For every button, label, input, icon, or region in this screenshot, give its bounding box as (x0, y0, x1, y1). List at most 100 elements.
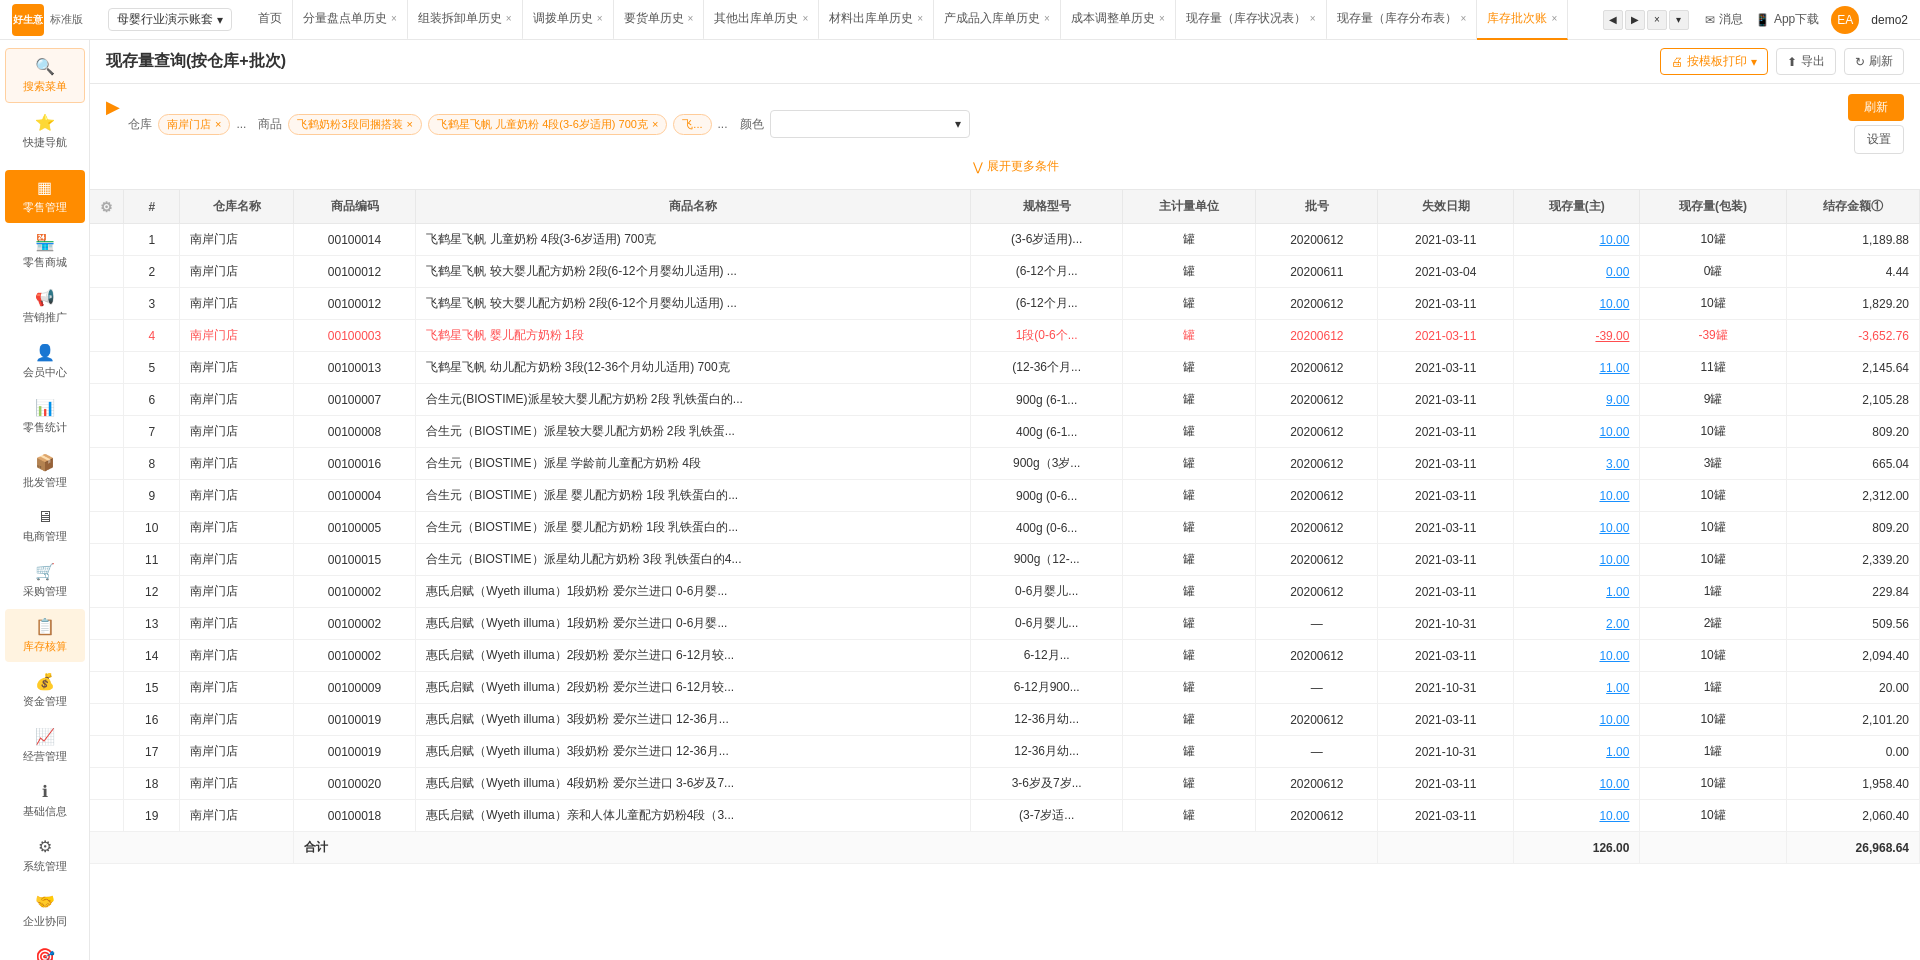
tab-xiancun-dist[interactable]: 现存量（库存分布表） × (1327, 0, 1478, 40)
nav-close-arrow[interactable]: × (1647, 10, 1667, 30)
sidebar-item-inventory[interactable]: 📋 库存核算 (5, 609, 85, 662)
app-download-btn[interactable]: 📱 App下载 (1755, 11, 1819, 28)
th-gear[interactable]: ⚙ (90, 190, 124, 224)
tab-kucun-pici[interactable]: 库存批次账 × (1477, 0, 1568, 40)
avatar[interactable]: EA (1831, 6, 1859, 34)
td-spec: 900g (0-6... (971, 480, 1123, 512)
close-icon[interactable]: × (1044, 13, 1050, 24)
tab-chengben[interactable]: 成本调整单历史 × (1061, 0, 1176, 40)
tab-home[interactable]: 首页 (248, 0, 293, 40)
td-seq: 7 (124, 416, 180, 448)
settings-icon[interactable]: ⚙ (100, 199, 113, 215)
td-qty-pkg: 10罐 (1640, 640, 1786, 672)
close-icon[interactable]: × (1551, 13, 1557, 24)
message-btn[interactable]: ✉ 消息 (1705, 11, 1743, 28)
expand-more-btn[interactable]: ⋁ 展开更多条件 (128, 154, 1904, 179)
td-gear (90, 704, 124, 736)
close-icon[interactable]: × (506, 13, 512, 24)
query-button[interactable]: 刷新 (1848, 94, 1904, 121)
td-gear (90, 416, 124, 448)
close-icon[interactable]: × (917, 13, 923, 24)
sidebar-item-marketing[interactable]: 📢 营销推广 (5, 280, 85, 333)
td-expire: 2021-10-31 (1378, 608, 1513, 640)
main-layout: 🔍 搜索菜单 ⭐ 快捷导航 ▦ 零售管理 🏪 零售商城 📢 营销推广 👤 会员中… (0, 40, 1920, 960)
td-qty-main: 10.00 (1513, 512, 1640, 544)
tab-qitachuku[interactable]: 其他出库单历史 × (704, 0, 819, 40)
close-icon[interactable]: × (597, 13, 603, 24)
sidebar-item-finance[interactable]: 💰 资金管理 (5, 664, 85, 717)
td-amount: 2,312.00 (1786, 480, 1919, 512)
stats-icon: 📊 (35, 398, 55, 417)
sidebar-item-collab[interactable]: 🤝 企业协同 (5, 884, 85, 937)
sidebar-item-basicinfo[interactable]: ℹ 基础信息 (5, 774, 85, 827)
close-icon[interactable]: × (391, 13, 397, 24)
filter-area: ▶ 仓库 南岸门店 × ... 商品 (90, 84, 1920, 190)
sidebar-item-mall[interactable]: 🏪 零售商城 (5, 225, 85, 278)
org-selector[interactable]: 母婴行业演示账套 ▾ (108, 8, 232, 31)
refresh-btn[interactable]: ↻ 刷新 (1844, 48, 1904, 75)
td-amount: 809.20 (1786, 512, 1919, 544)
goods-tag-2[interactable]: 飞鹤星飞帆 儿童奶粉 4段(3-6岁适用) 700克 × (428, 114, 667, 135)
th-expire: 失效日期 (1378, 190, 1513, 224)
tab-chancheng[interactable]: 产成品入库单历史 × (934, 0, 1061, 40)
close-icon[interactable]: × (688, 13, 694, 24)
export-btn[interactable]: ⬆ 导出 (1776, 48, 1836, 75)
td-amount: 4.44 (1786, 256, 1919, 288)
td-code: 00100008 (293, 416, 415, 448)
sidebar-label-purchase: 采购管理 (23, 584, 67, 599)
td-batch: 20200612 (1256, 768, 1378, 800)
goods-more-btn[interactable]: ... (718, 117, 728, 131)
td-seq: 15 (124, 672, 180, 704)
td-expire: 2021-03-11 (1378, 416, 1513, 448)
td-name: 飞鹤星飞帆 儿童奶粉 4段(3-6岁适用) 700克 (416, 224, 971, 256)
goods-tag-2-close-icon[interactable]: × (652, 118, 658, 130)
goods-tag-1[interactable]: 飞鹤奶粉3段同捆搭装 × (288, 114, 422, 135)
warehouse-tag[interactable]: 南岸门店 × (158, 114, 230, 135)
sidebar-item-member[interactable]: 👤 会员中心 (5, 335, 85, 388)
print-btn[interactable]: 🖨 按模板打印 ▾ (1660, 48, 1768, 75)
td-expire: 2021-03-11 (1378, 320, 1513, 352)
td-batch: 20200612 (1256, 224, 1378, 256)
td-warehouse: 南岸门店 (180, 288, 293, 320)
close-icon[interactable]: × (1159, 13, 1165, 24)
td-qty-pkg: 10罐 (1640, 224, 1786, 256)
td-expire: 2021-03-11 (1378, 512, 1513, 544)
close-icon[interactable]: × (1310, 13, 1316, 24)
tab-fenliang[interactable]: 分量盘点单历史 × (293, 0, 408, 40)
tab-zuzhuang[interactable]: 组装拆卸单历史 × (408, 0, 523, 40)
sidebar-label-retail: 零售管理 (23, 200, 67, 215)
expand-arrow[interactable]: ▶ (106, 96, 120, 118)
message-icon: ✉ (1705, 13, 1715, 27)
goods-tag-1-close-icon[interactable]: × (407, 118, 413, 130)
nav-next-arrow[interactable]: ▶ (1625, 10, 1645, 30)
sidebar-item-operations[interactable]: 📈 经营管理 (5, 719, 85, 772)
sidebar-item-stats[interactable]: 📊 零售统计 (5, 390, 85, 443)
goods-tag-3[interactable]: 飞... (673, 114, 711, 135)
warehouse-tag-close-icon[interactable]: × (215, 118, 221, 130)
tab-xiancun-status[interactable]: 现存量（库存状况表） × (1176, 0, 1327, 40)
td-code: 00100002 (293, 640, 415, 672)
settings-button[interactable]: 设置 (1854, 125, 1904, 154)
td-amount: 0.00 (1786, 736, 1919, 768)
tab-diaopo[interactable]: 调拨单历史 × (523, 0, 614, 40)
color-dropdown-icon[interactable]: ▾ (955, 117, 961, 131)
sidebar-item-purchase[interactable]: 🛒 采购管理 (5, 554, 85, 607)
td-unit: 罐 (1123, 224, 1256, 256)
tab-yaohuo[interactable]: 要货单历史 × (614, 0, 705, 40)
close-icon[interactable]: × (1461, 13, 1467, 24)
warehouse-more-btn[interactable]: ... (236, 117, 246, 131)
sidebar-item-ecommerce[interactable]: 🖥 电商管理 (5, 500, 85, 552)
td-qty-main: 0.00 (1513, 256, 1640, 288)
sidebar-item-retail[interactable]: ▦ 零售管理 (5, 170, 85, 223)
purchase-icon: 🛒 (35, 562, 55, 581)
sidebar-item-system[interactable]: ⚙ 系统管理 (5, 829, 85, 882)
sidebar-search[interactable]: 🔍 搜索菜单 (5, 48, 85, 103)
sidebar-shortcut[interactable]: ⭐ 快捷导航 (5, 105, 85, 158)
sidebar-item-guide[interactable]: 🎯 新手引导 (5, 939, 85, 960)
close-icon[interactable]: × (802, 13, 808, 24)
tab-cailiao[interactable]: 材料出库单历史 × (819, 0, 934, 40)
nav-prev-arrow[interactable]: ◀ (1603, 10, 1623, 30)
color-input[interactable]: ▾ (770, 110, 970, 138)
sidebar-item-wholesale[interactable]: 📦 批发管理 (5, 445, 85, 498)
nav-menu-arrow[interactable]: ▾ (1669, 10, 1689, 30)
